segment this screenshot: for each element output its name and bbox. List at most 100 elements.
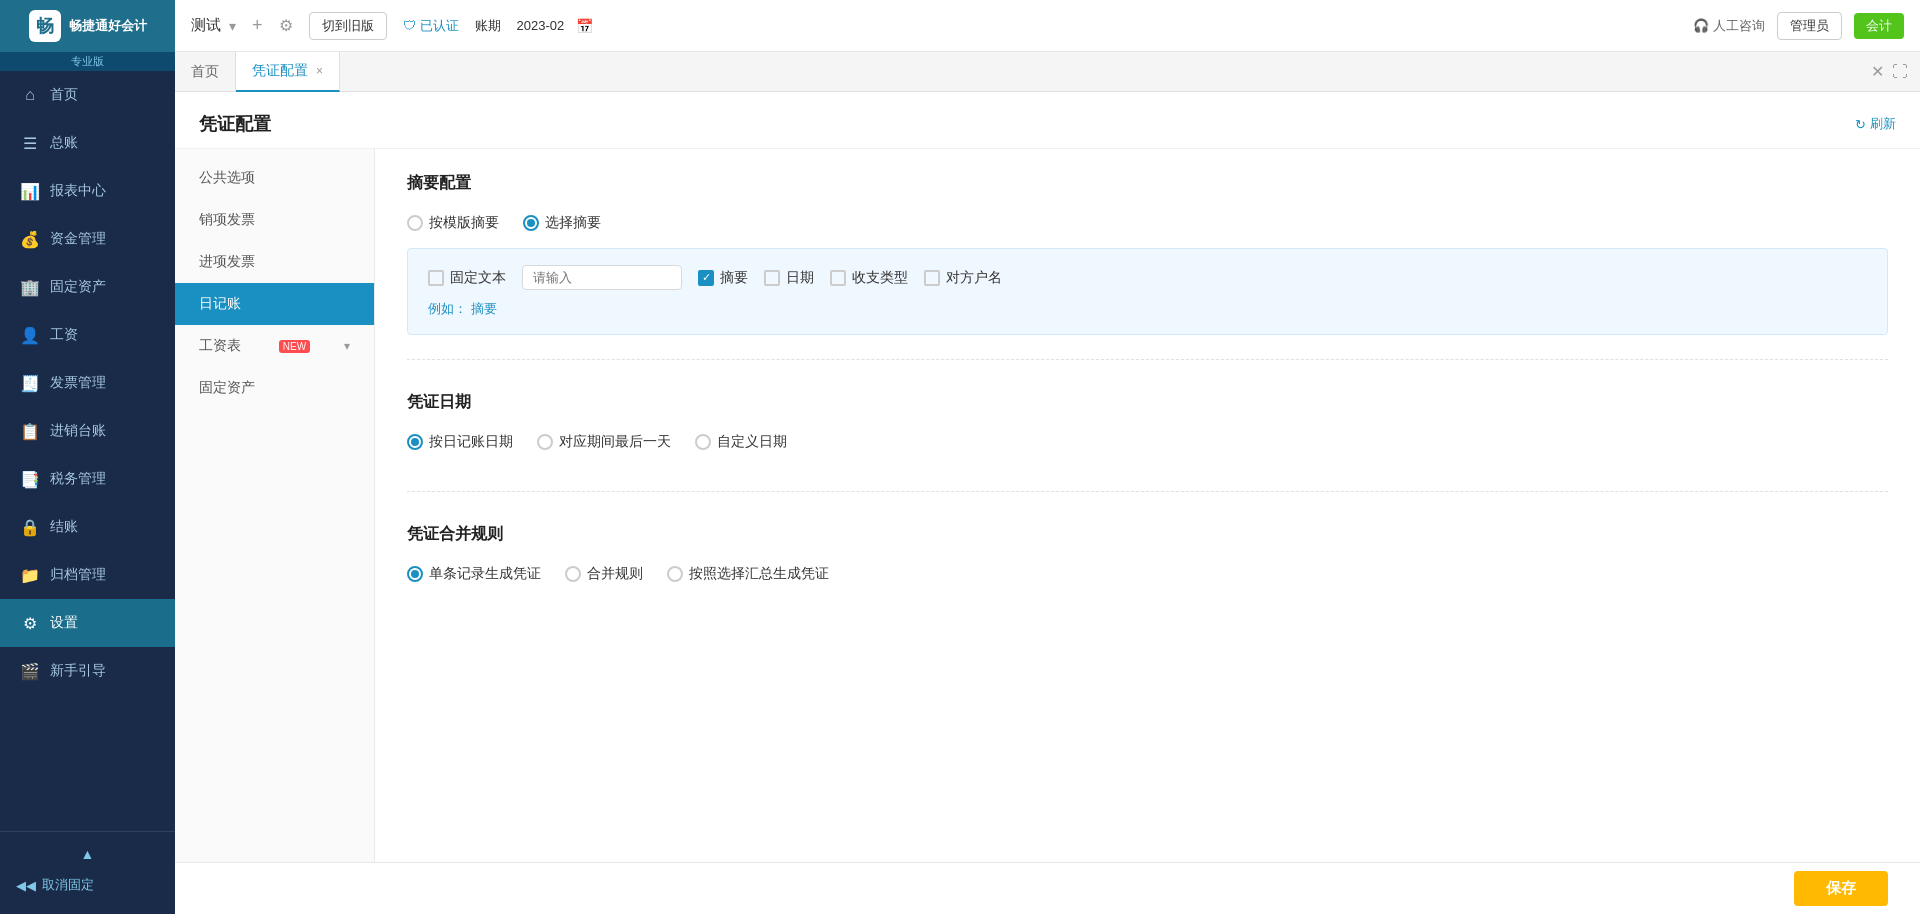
sidebar-item-invoice[interactable]: 🧾 发票管理 <box>0 359 175 407</box>
date-radio-custom[interactable]: 自定义日期 <box>695 433 787 451</box>
calendar-icon[interactable]: 📅 <box>576 18 593 34</box>
company-name: 测试 <box>191 16 221 35</box>
refresh-btn[interactable]: ↻ 刷新 <box>1855 115 1896 133</box>
merge-radio-summary[interactable]: 按照选择汇总生成凭证 <box>667 565 829 583</box>
period-value: 2023-02 <box>517 18 565 33</box>
sidebar-item-label: 报表中心 <box>50 182 106 200</box>
radio-summary-circle <box>667 566 683 582</box>
finance-icon: 💰 <box>20 229 40 249</box>
guide-icon: 🎬 <box>20 661 40 681</box>
left-nav-fixed-assets[interactable]: 固定资产 <box>175 367 374 409</box>
date-section: 凭证日期 按日记账日期 对应期间最后一天 自定义日期 <box>407 392 1888 492</box>
app-edition: 专业版 <box>0 52 175 71</box>
main-content: 凭证配置 ↻ 刷新 公共选项 销项发票 进项发票 日记账 工资表 NEW ▾ <box>175 92 1920 914</box>
shield-icon: 🛡 <box>403 18 416 33</box>
admin-btn[interactable]: 管理员 <box>1777 12 1842 40</box>
sidebar-item-label: 结账 <box>50 518 78 536</box>
company-chevron-icon[interactable]: ▾ <box>229 18 236 34</box>
sidebar-item-archive[interactable]: 📁 归档管理 <box>0 551 175 599</box>
period-label: 账期 <box>475 17 501 35</box>
sidebar-item-guide[interactable]: 🎬 新手引导 <box>0 647 175 695</box>
switch-old-btn[interactable]: 切到旧版 <box>309 12 387 40</box>
sidebar-item-label: 进销台账 <box>50 422 106 440</box>
fixed-text-check-box <box>428 270 444 286</box>
sidebar-item-tax[interactable]: 📑 税务管理 <box>0 455 175 503</box>
sidebar-item-reports[interactable]: 📊 报表中心 <box>0 167 175 215</box>
sidebar-item-home[interactable]: ⌂ 首页 <box>0 71 175 119</box>
assets-icon: 🏢 <box>20 277 40 297</box>
summary-radio-select[interactable]: 选择摘要 <box>523 214 601 232</box>
income-type-check-box <box>830 270 846 286</box>
date-radio-period-last[interactable]: 对应期间最后一天 <box>537 433 671 451</box>
tab-home[interactable]: 首页 <box>175 52 236 92</box>
radio-custom-circle <box>695 434 711 450</box>
close-tab-btn[interactable]: ✕ <box>1871 62 1884 81</box>
date-radio-diary[interactable]: 按日记账日期 <box>407 433 513 451</box>
sidebar-item-salary[interactable]: 👤 工资 <box>0 311 175 359</box>
sidebar-item-finance[interactable]: 💰 资金管理 <box>0 215 175 263</box>
date-checkbox[interactable]: 日期 <box>764 269 814 287</box>
left-nav: 公共选项 销项发票 进项发票 日记账 工资表 NEW ▾ 固定资产 <box>175 149 375 914</box>
left-nav-public[interactable]: 公共选项 <box>175 157 374 199</box>
date-label: 日期 <box>786 269 814 287</box>
sidebar-item-label: 设置 <box>50 614 78 632</box>
settings-btn[interactable]: ⚙ <box>279 16 293 35</box>
accountant-btn[interactable]: 会计 <box>1854 13 1904 39</box>
cancel-fixed-btn[interactable]: ◀◀ 取消固定 <box>0 866 175 904</box>
income-type-label: 收支类型 <box>852 269 908 287</box>
left-nav-diary[interactable]: 日记账 <box>175 283 374 325</box>
salary-icon: 👤 <box>20 325 40 345</box>
example-value: 摘要 <box>471 301 497 316</box>
income-type-checkbox[interactable]: 收支类型 <box>830 269 908 287</box>
radio-select-circle <box>523 215 539 231</box>
summary-radio-template[interactable]: 按模版摘要 <box>407 214 499 232</box>
save-btn[interactable]: 保存 <box>1794 871 1888 906</box>
sidebar-item-assets[interactable]: 🏢 固定资产 <box>0 263 175 311</box>
left-nav-purchase-invoice[interactable]: 进项发票 <box>175 241 374 283</box>
archive-icon: 📁 <box>20 565 40 585</box>
tax-icon: 📑 <box>20 469 40 489</box>
left-nav-payroll[interactable]: 工资表 NEW ▾ <box>175 325 374 367</box>
sidebar-item-label: 固定资产 <box>50 278 106 296</box>
sidebar-logo: 畅 畅捷通好会计 <box>0 0 175 52</box>
tab-voucher-config[interactable]: 凭证配置 × <box>236 52 340 92</box>
tab-close-btn[interactable]: × <box>316 64 323 78</box>
app-name: 畅捷通好会计 <box>69 18 147 35</box>
sidebar-item-ledger[interactable]: ☰ 总账 <box>0 119 175 167</box>
new-badge: NEW <box>279 340 310 353</box>
fixed-text-checkbox[interactable]: 固定文本 <box>428 269 506 287</box>
sidebar-item-label: 首页 <box>50 86 78 104</box>
counterpart-check-box <box>924 270 940 286</box>
radio-rule-label: 合并规则 <box>587 565 643 583</box>
sidebar-item-close[interactable]: 🔒 结账 <box>0 503 175 551</box>
summary-section: 摘要配置 按模版摘要 选择摘要 固定文本 <box>407 173 1888 360</box>
add-company-btn[interactable]: + <box>252 15 263 36</box>
support-btn[interactable]: 🎧 人工咨询 <box>1693 17 1765 35</box>
sidebar-item-label: 归档管理 <box>50 566 106 584</box>
topbar-right: 🎧 人工咨询 管理员 会计 <box>1693 12 1904 40</box>
left-nav-sales-invoice[interactable]: 销项发票 <box>175 199 374 241</box>
sidebar-nav: ⌂ 首页 ☰ 总账 📊 报表中心 💰 资金管理 🏢 固定资产 👤 工资 🧾 发票… <box>0 71 175 831</box>
radio-diary-label: 按日记账日期 <box>429 433 513 451</box>
summary-checkbox[interactable]: 摘要 <box>698 269 748 287</box>
sidebar-item-purchase-sales[interactable]: 📋 进销台账 <box>0 407 175 455</box>
tabbar-controls: ✕ ⛶ <box>1871 62 1920 81</box>
fixed-text-input[interactable] <box>522 265 682 290</box>
counterpart-checkbox[interactable]: 对方户名 <box>924 269 1002 287</box>
scroll-up-btn[interactable]: ▲ <box>0 842 175 866</box>
fixed-text-label: 固定文本 <box>450 269 506 287</box>
radio-template-label: 按模版摘要 <box>429 214 499 232</box>
merge-radio-single[interactable]: 单条记录生成凭证 <box>407 565 541 583</box>
report-icon: 📊 <box>20 181 40 201</box>
date-title: 凭证日期 <box>407 392 1888 413</box>
merge-radio-rule[interactable]: 合并规则 <box>565 565 643 583</box>
expand-btn[interactable]: ⛶ <box>1892 63 1908 81</box>
radio-custom-label: 自定义日期 <box>717 433 787 451</box>
sidebar-item-label: 税务管理 <box>50 470 106 488</box>
radio-single-label: 单条记录生成凭证 <box>429 565 541 583</box>
summary-config-box: 固定文本 摘要 日期 收支类型 <box>407 248 1888 335</box>
page-header: 凭证配置 ↻ 刷新 <box>175 92 1920 149</box>
sidebar-item-label: 工资 <box>50 326 78 344</box>
date-check-box <box>764 270 780 286</box>
sidebar-item-settings[interactable]: ⚙ 设置 <box>0 599 175 647</box>
